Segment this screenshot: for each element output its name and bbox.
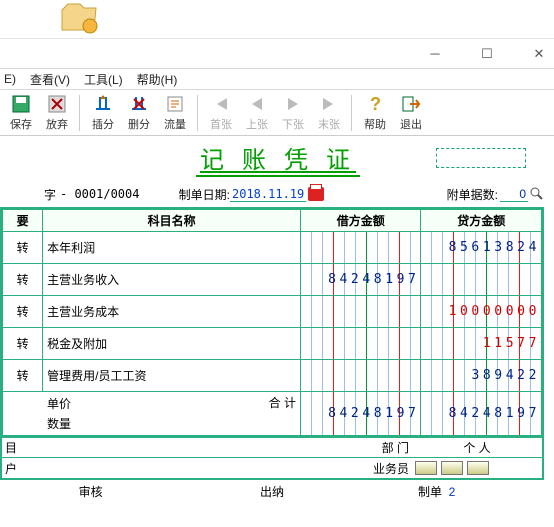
total-credit: 84248197 bbox=[421, 392, 542, 436]
table-row[interactable]: 转主营业务成本 10000000 bbox=[3, 296, 542, 328]
ywy-label: 业务员 bbox=[362, 460, 412, 477]
col-credit: 贷方金额 bbox=[421, 210, 542, 232]
table-row[interactable]: 转本年利润 85613824 bbox=[3, 232, 542, 264]
maximize-button[interactable]: ☐ bbox=[480, 46, 494, 62]
row-account[interactable]: 管理费用/员工工资 bbox=[43, 360, 301, 392]
voucher-footer: 目 部 门 个 人 户 业务员 bbox=[0, 438, 544, 480]
table-row[interactable]: 转主营业务收入84248197 bbox=[3, 264, 542, 296]
attachment-label: 附单据数: bbox=[447, 186, 498, 203]
tiny-buttons bbox=[412, 461, 542, 475]
attachment-value[interactable]: 0 bbox=[500, 187, 528, 202]
zi-label: 字 bbox=[0, 186, 60, 203]
tiny-btn-1[interactable] bbox=[415, 461, 437, 475]
menu-tools[interactable]: 工具(L) bbox=[84, 71, 123, 88]
row-summary[interactable]: 转 bbox=[3, 232, 43, 264]
row-account[interactable]: 主营业务成本 bbox=[43, 296, 301, 328]
calendar-icon[interactable] bbox=[308, 187, 324, 201]
close-button[interactable]: ✕ bbox=[532, 46, 546, 62]
delete-icon bbox=[129, 94, 149, 114]
make-date-value[interactable]: 2018.11.19 bbox=[230, 187, 306, 202]
total-cell: 单价 数量 合 计 bbox=[3, 392, 301, 436]
help-button[interactable]: ?帮助 bbox=[358, 93, 392, 133]
minimize-button[interactable]: ─ bbox=[428, 46, 442, 61]
menu-e[interactable]: E) bbox=[4, 72, 16, 86]
signature-row: 审核 出纳 制单 2 bbox=[0, 480, 544, 502]
voucher-grid: 要 科目名称 借方金额 贷方金额 转本年利润85613824转主营业务收入842… bbox=[0, 207, 544, 438]
row-debit[interactable] bbox=[301, 360, 421, 392]
svg-text:?: ? bbox=[370, 95, 381, 113]
row-summary[interactable]: 转 bbox=[3, 296, 43, 328]
foot-mu: 目 bbox=[2, 439, 42, 456]
abandon-button[interactable]: 放弃 bbox=[40, 93, 74, 133]
maker-label: 制单 bbox=[418, 485, 442, 499]
row-credit[interactable]: 389422 bbox=[421, 360, 542, 392]
row-credit[interactable]: 85613824 bbox=[421, 232, 542, 264]
sum-label: 合 计 bbox=[269, 394, 296, 411]
total-debit: 84248197 bbox=[301, 392, 421, 436]
row-account[interactable]: 税金及附加 bbox=[43, 328, 301, 360]
insert-icon bbox=[93, 94, 113, 114]
menu-bar: E) 查看(V) 工具(L) 帮助(H) bbox=[0, 68, 554, 90]
dept-label: 部 门 bbox=[362, 439, 412, 456]
abandon-icon bbox=[47, 94, 67, 114]
row-credit[interactable] bbox=[421, 264, 542, 296]
menu-help[interactable]: 帮助(H) bbox=[137, 71, 178, 88]
row-summary[interactable]: 转 bbox=[3, 264, 43, 296]
doc-number[interactable]: - 0001/0004 bbox=[60, 187, 170, 201]
row-debit[interactable] bbox=[301, 232, 421, 264]
last-button: 末张 bbox=[312, 93, 346, 133]
flow-icon bbox=[165, 94, 185, 114]
tiny-btn-3[interactable] bbox=[467, 461, 489, 475]
exit-button[interactable]: 退出 bbox=[394, 93, 428, 133]
next-icon bbox=[283, 94, 303, 114]
exit-icon bbox=[401, 94, 421, 114]
toolbar: 保存 放弃 插分 删分 流量 首张 上张 下张 末张 ?帮助 退出 bbox=[0, 90, 554, 136]
help-icon: ? bbox=[365, 94, 385, 114]
flow-button[interactable]: 流量 bbox=[158, 93, 192, 133]
col-debit: 借方金额 bbox=[301, 210, 421, 232]
col-account: 科目名称 bbox=[43, 210, 301, 232]
insert-button[interactable]: 插分 bbox=[86, 93, 120, 133]
menu-view[interactable]: 查看(V) bbox=[30, 71, 70, 88]
save-icon bbox=[11, 94, 31, 114]
row-credit[interactable]: 11577 bbox=[421, 328, 542, 360]
prev-icon bbox=[247, 94, 267, 114]
table-row[interactable]: 转税金及附加 11577 bbox=[3, 328, 542, 360]
voucher-header: 字 - 0001/0004 制单日期: 2018.11.19 附单据数: 0 bbox=[0, 183, 544, 205]
table-row[interactable]: 转管理费用/员工工资 389422 bbox=[3, 360, 542, 392]
row-summary[interactable]: 转 bbox=[3, 360, 43, 392]
tiny-btn-2[interactable] bbox=[441, 461, 463, 475]
col-summary: 要 bbox=[3, 210, 43, 232]
row-debit[interactable] bbox=[301, 328, 421, 360]
maker-value: 2 bbox=[449, 485, 489, 499]
make-date-label: 制单日期: bbox=[170, 186, 230, 203]
row-debit[interactable] bbox=[301, 296, 421, 328]
first-icon bbox=[211, 94, 231, 114]
first-button: 首张 bbox=[204, 93, 238, 133]
cashier-label: 出纳 bbox=[181, 483, 362, 500]
dashed-placeholder bbox=[436, 148, 526, 168]
row-credit[interactable]: 10000000 bbox=[421, 296, 542, 328]
voucher-title: 记 账 凭 证 bbox=[196, 140, 360, 177]
app-logo-icon bbox=[60, 0, 100, 36]
row-account[interactable]: 本年利润 bbox=[43, 232, 301, 264]
lookup-icon[interactable] bbox=[530, 187, 544, 201]
foot-hu: 户 bbox=[2, 460, 42, 477]
row-summary[interactable]: 转 bbox=[3, 328, 43, 360]
person-label: 个 人 bbox=[412, 439, 542, 456]
qty-label: 数量 bbox=[47, 415, 87, 432]
delete-button[interactable]: 删分 bbox=[122, 93, 156, 133]
audit-label: 审核 bbox=[0, 483, 181, 500]
prev-button: 上张 bbox=[240, 93, 274, 133]
save-button[interactable]: 保存 bbox=[4, 93, 38, 133]
unitprice-label: 单价 bbox=[47, 395, 87, 412]
last-icon bbox=[319, 94, 339, 114]
row-debit[interactable]: 84248197 bbox=[301, 264, 421, 296]
row-account[interactable]: 主营业务收入 bbox=[43, 264, 301, 296]
next-button: 下张 bbox=[276, 93, 310, 133]
window-controls: ─ ☐ ✕ bbox=[0, 38, 554, 68]
